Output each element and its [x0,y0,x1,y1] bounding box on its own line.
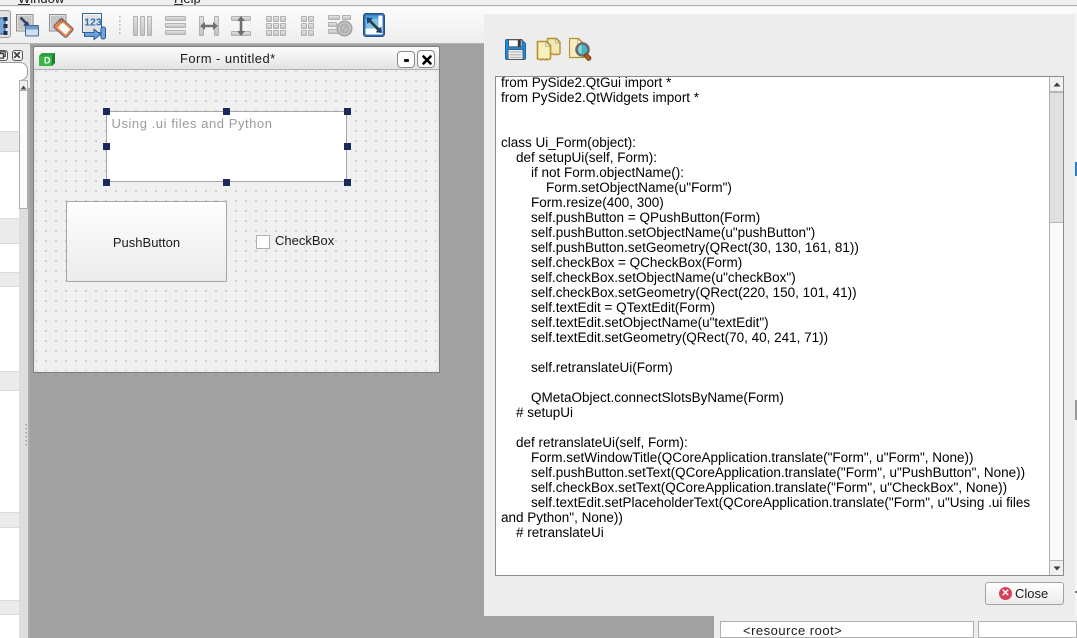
svg-text:123: 123 [84,17,102,29]
svg-text:D: D [44,56,51,66]
